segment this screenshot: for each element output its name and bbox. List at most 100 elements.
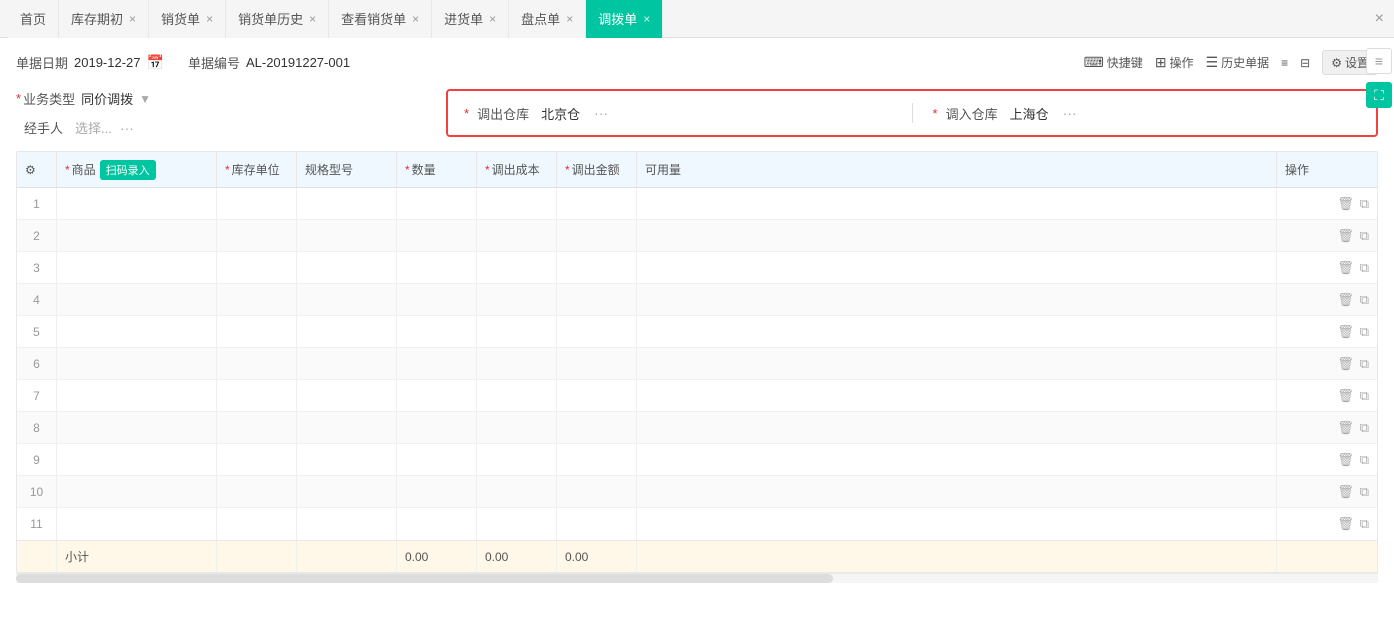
copy-icon[interactable]: ⧉ [1360,516,1369,532]
row-spec[interactable] [297,284,397,315]
row-spec[interactable] [297,508,397,540]
row-out-amount[interactable] [557,220,637,251]
row-product[interactable] [57,508,217,540]
row-product[interactable] [57,348,217,379]
row-available[interactable] [637,508,1277,540]
tab-transfer[interactable]: 调拨单 × [586,0,663,38]
row-out-cost[interactable] [477,380,557,411]
tab-view-sales-close[interactable]: × [412,13,419,25]
copy-icon[interactable]: ⧉ [1360,260,1369,276]
delete-icon[interactable]: 🗑 [1337,356,1354,372]
row-out-cost[interactable] [477,188,557,219]
tab-sales-history-close[interactable]: × [309,13,316,25]
tab-inventory-init-close[interactable]: × [129,13,136,25]
row-available[interactable] [637,284,1277,315]
delete-icon[interactable]: 🗑 [1337,292,1354,308]
row-qty[interactable] [397,444,477,475]
row-spec[interactable] [297,380,397,411]
row-out-amount[interactable] [557,348,637,379]
chevron-down-icon[interactable]: ▼ [139,92,151,106]
tab-sales-order-close[interactable]: × [206,13,213,25]
tab-home[interactable]: 首页 [8,0,59,38]
tab-view-sales[interactable]: 查看销货单 × [329,0,432,38]
delete-icon[interactable]: 🗑 [1337,388,1354,404]
row-out-cost[interactable] [477,252,557,283]
copy-icon[interactable]: ⧉ [1360,356,1369,372]
row-qty[interactable] [397,412,477,443]
row-unit[interactable] [217,476,297,507]
row-out-amount[interactable] [557,412,637,443]
row-unit[interactable] [217,188,297,219]
delete-icon[interactable]: 🗑 [1337,516,1354,532]
tab-purchase-order-close[interactable]: × [489,13,496,25]
row-available[interactable] [637,380,1277,411]
row-out-cost[interactable] [477,220,557,251]
row-qty[interactable] [397,188,477,219]
tab-inventory-check-close[interactable]: × [566,13,573,25]
row-out-cost[interactable] [477,316,557,347]
calendar-icon[interactable]: 📅 [147,54,164,71]
row-available[interactable] [637,348,1277,379]
row-spec[interactable] [297,476,397,507]
layout-icon2[interactable]: ⊟ [1300,56,1310,70]
sidebar-list-icon[interactable]: ≡ [1366,48,1392,74]
row-out-amount[interactable] [557,316,637,347]
row-out-amount[interactable] [557,252,637,283]
row-available[interactable] [637,476,1277,507]
warehouse-in-dots-icon[interactable]: ··· [1063,105,1077,121]
row-product[interactable] [57,284,217,315]
row-product[interactable] [57,220,217,251]
tab-inventory-init[interactable]: 库存期初 × [59,0,149,38]
shortcut-button[interactable]: ⌨ 快捷键 [1084,54,1143,71]
copy-icon[interactable]: ⧉ [1360,228,1369,244]
person-select[interactable]: 选择... [75,118,112,137]
scroll-bar[interactable] [16,573,1378,583]
row-product[interactable] [57,412,217,443]
row-product[interactable] [57,444,217,475]
row-unit[interactable] [217,220,297,251]
scroll-bar-thumb[interactable] [16,574,833,583]
copy-icon[interactable]: ⧉ [1360,388,1369,404]
row-available[interactable] [637,316,1277,347]
row-spec[interactable] [297,412,397,443]
row-available[interactable] [637,188,1277,219]
row-spec[interactable] [297,220,397,251]
row-available[interactable] [637,412,1277,443]
row-qty[interactable] [397,508,477,540]
row-qty[interactable] [397,348,477,379]
row-out-amount[interactable] [557,284,637,315]
delete-icon[interactable]: 🗑 [1337,196,1354,212]
window-close-icon[interactable]: × [1375,10,1384,28]
row-unit[interactable] [217,316,297,347]
row-out-cost[interactable] [477,412,557,443]
th-gear[interactable]: ⚙ [17,152,57,187]
row-product[interactable] [57,252,217,283]
operation-button[interactable]: ⊞ 操作 [1155,54,1194,71]
copy-icon[interactable]: ⧉ [1360,196,1369,212]
row-spec[interactable] [297,252,397,283]
row-qty[interactable] [397,284,477,315]
row-unit[interactable] [217,348,297,379]
row-spec[interactable] [297,188,397,219]
row-spec[interactable] [297,444,397,475]
copy-icon[interactable]: ⧉ [1360,484,1369,500]
row-product[interactable] [57,476,217,507]
row-product[interactable] [57,316,217,347]
copy-icon[interactable]: ⧉ [1360,420,1369,436]
row-out-amount[interactable] [557,380,637,411]
tab-sales-history[interactable]: 销货单历史 × [226,0,329,38]
history-button[interactable]: ☰ 历史单据 [1206,54,1270,71]
delete-icon[interactable]: 🗑 [1337,260,1354,276]
row-unit[interactable] [217,380,297,411]
row-out-cost[interactable] [477,284,557,315]
row-out-cost[interactable] [477,476,557,507]
row-out-amount[interactable] [557,188,637,219]
delete-icon[interactable]: 🗑 [1337,324,1354,340]
person-dots-icon[interactable]: ··· [120,120,134,136]
row-unit[interactable] [217,508,297,540]
sidebar-expand-icon[interactable]: ⛶ [1366,82,1392,108]
row-out-amount[interactable] [557,476,637,507]
copy-icon[interactable]: ⧉ [1360,324,1369,340]
row-product[interactable] [57,188,217,219]
warehouse-out-dots-icon[interactable]: ··· [594,105,608,121]
